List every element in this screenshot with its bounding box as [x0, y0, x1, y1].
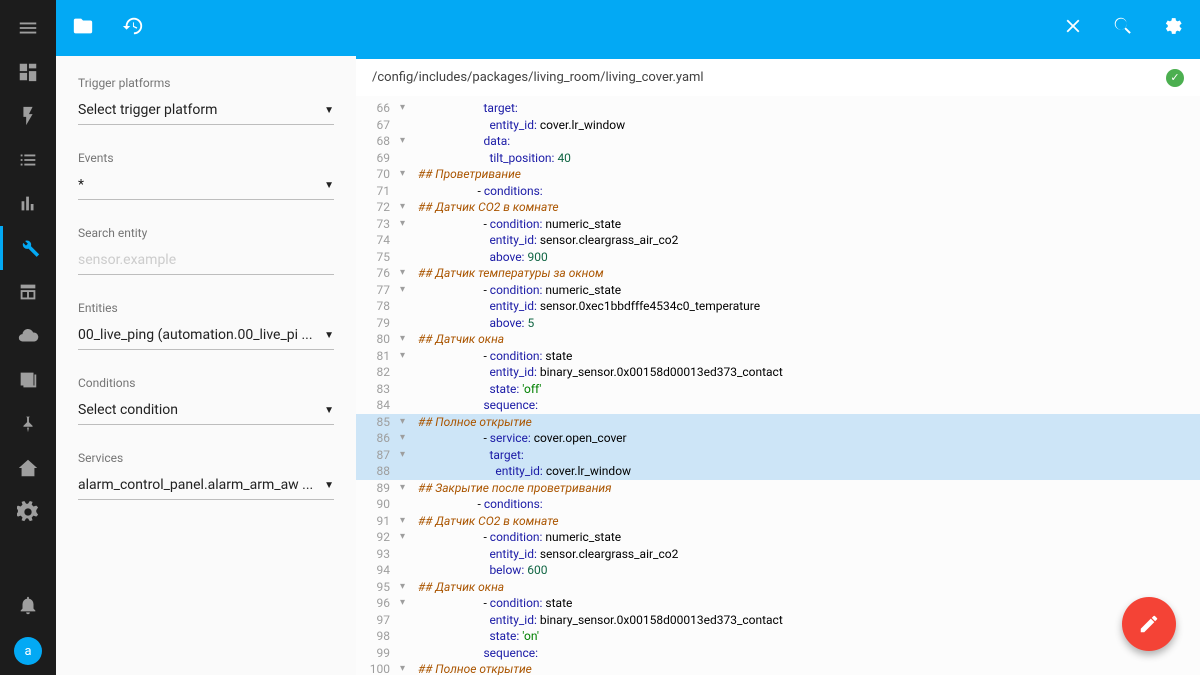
- code-line[interactable]: 88 entity_id: cover.lr_window: [356, 463, 1200, 480]
- dashboard-icon[interactable]: [0, 50, 56, 94]
- menu-icon[interactable]: [0, 6, 56, 50]
- hacs-icon[interactable]: [0, 270, 56, 314]
- code-line[interactable]: 70▾## Проветривание: [356, 166, 1200, 183]
- sidebar: Trigger platforms Select trigger platfor…: [56, 56, 356, 675]
- code-line[interactable]: 67 entity_id: cover.lr_window: [356, 117, 1200, 134]
- topbar: [56, 0, 1200, 56]
- list-icon[interactable]: [0, 138, 56, 182]
- search-entity-input[interactable]: [78, 248, 334, 275]
- entities-label: Entities: [78, 301, 334, 315]
- file-path-bar: /config/includes/packages/living_room/li…: [356, 56, 1200, 96]
- code-line[interactable]: 92▾ - condition: numeric_state: [356, 529, 1200, 546]
- events-select[interactable]: *▼: [78, 173, 334, 200]
- pin-icon[interactable]: [0, 402, 56, 446]
- wrench-icon[interactable]: [0, 226, 56, 270]
- code-line[interactable]: 68▾ data:: [356, 133, 1200, 150]
- code-line[interactable]: 100▾## Полное открытие: [356, 661, 1200, 675]
- services-select[interactable]: alarm_control_panel.alarm_arm_aw ...▼: [78, 473, 334, 500]
- bell-icon[interactable]: [0, 583, 56, 627]
- code-line[interactable]: 94 below: 600: [356, 562, 1200, 579]
- code-editor[interactable]: 66▾ target:67 entity_id: cover.lr_window…: [356, 96, 1200, 675]
- chevron-down-icon: ▼: [324, 330, 334, 341]
- code-line[interactable]: 82 entity_id: binary_sensor.0x00158d0001…: [356, 364, 1200, 381]
- conditions-select[interactable]: Select condition▼: [78, 398, 334, 425]
- code-line[interactable]: 99 sequence:: [356, 645, 1200, 662]
- code-line[interactable]: 76▾## Датчик температуры за окном: [356, 265, 1200, 282]
- trigger-platforms-label: Trigger platforms: [78, 76, 334, 90]
- chevron-down-icon: ▼: [324, 180, 334, 191]
- chevron-down-icon: ▼: [324, 405, 334, 416]
- code-line[interactable]: 80▾## Датчик окна: [356, 331, 1200, 348]
- nav-rail: a: [0, 0, 56, 675]
- energy-icon[interactable]: [0, 94, 56, 138]
- code-line[interactable]: 72▾## Датчик CO2 в комнате: [356, 199, 1200, 216]
- code-line[interactable]: 98 state: 'on': [356, 628, 1200, 645]
- media-icon[interactable]: [0, 358, 56, 402]
- gear-icon[interactable]: [0, 490, 56, 534]
- history-icon[interactable]: [122, 15, 144, 41]
- home-icon[interactable]: [0, 446, 56, 490]
- cloud-icon[interactable]: [0, 314, 56, 358]
- file-path: /config/includes/packages/living_room/li…: [372, 70, 704, 85]
- search-entity-label: Search entity: [78, 226, 334, 240]
- code-line[interactable]: 91▾## Датчик CO2 в комнате: [356, 513, 1200, 530]
- code-line[interactable]: 87▾ target:: [356, 447, 1200, 464]
- code-line[interactable]: 85▾## Полное открытие: [356, 414, 1200, 431]
- code-line[interactable]: 95▾## Датчик окна: [356, 579, 1200, 596]
- services-label: Services: [78, 451, 334, 465]
- code-line[interactable]: 71 - conditions:: [356, 183, 1200, 200]
- search-icon[interactable]: [1112, 15, 1134, 41]
- entities-select[interactable]: 00_live_ping (automation.00_live_pi ...▼: [78, 323, 334, 350]
- code-line[interactable]: 75 above: 900: [356, 249, 1200, 266]
- code-line[interactable]: 84 sequence:: [356, 397, 1200, 414]
- chevron-down-icon: ▼: [324, 105, 334, 116]
- close-icon[interactable]: [1062, 15, 1084, 41]
- chevron-down-icon: ▼: [324, 480, 334, 491]
- code-line[interactable]: 86▾ - service: cover.open_cover: [356, 430, 1200, 447]
- trigger-platforms-select[interactable]: Select trigger platform▼: [78, 98, 334, 125]
- code-line[interactable]: 77▾ - condition: numeric_state: [356, 282, 1200, 299]
- code-line[interactable]: 96▾ - condition: state: [356, 595, 1200, 612]
- chart-icon[interactable]: [0, 182, 56, 226]
- folder-icon[interactable]: [72, 15, 94, 41]
- code-line[interactable]: 93 entity_id: sensor.cleargrass_air_co2: [356, 546, 1200, 563]
- avatar[interactable]: a: [14, 637, 42, 665]
- code-line[interactable]: 69 tilt_position: 40: [356, 150, 1200, 167]
- code-line[interactable]: 89▾## Закрытие после проветривания: [356, 480, 1200, 497]
- code-line[interactable]: 78 entity_id: sensor.0xec1bbdfffe4534c0_…: [356, 298, 1200, 315]
- code-line[interactable]: 74 entity_id: sensor.cleargrass_air_co2: [356, 232, 1200, 249]
- code-line[interactable]: 66▾ target:: [356, 100, 1200, 117]
- code-line[interactable]: 83 state: 'off': [356, 381, 1200, 398]
- code-line[interactable]: 97 entity_id: binary_sensor.0x00158d0001…: [356, 612, 1200, 629]
- settings-icon[interactable]: [1162, 15, 1184, 41]
- code-line[interactable]: 79 above: 5: [356, 315, 1200, 332]
- code-line[interactable]: 81▾ - condition: state: [356, 348, 1200, 365]
- code-line[interactable]: 73▾ - condition: numeric_state: [356, 216, 1200, 233]
- status-ok-icon: ✓: [1166, 69, 1184, 87]
- code-line[interactable]: 90 - conditions:: [356, 496, 1200, 513]
- conditions-label: Conditions: [78, 376, 334, 390]
- editor-pane: /config/includes/packages/living_room/li…: [356, 56, 1200, 675]
- fab-edit-button[interactable]: [1122, 597, 1176, 651]
- events-label: Events: [78, 151, 334, 165]
